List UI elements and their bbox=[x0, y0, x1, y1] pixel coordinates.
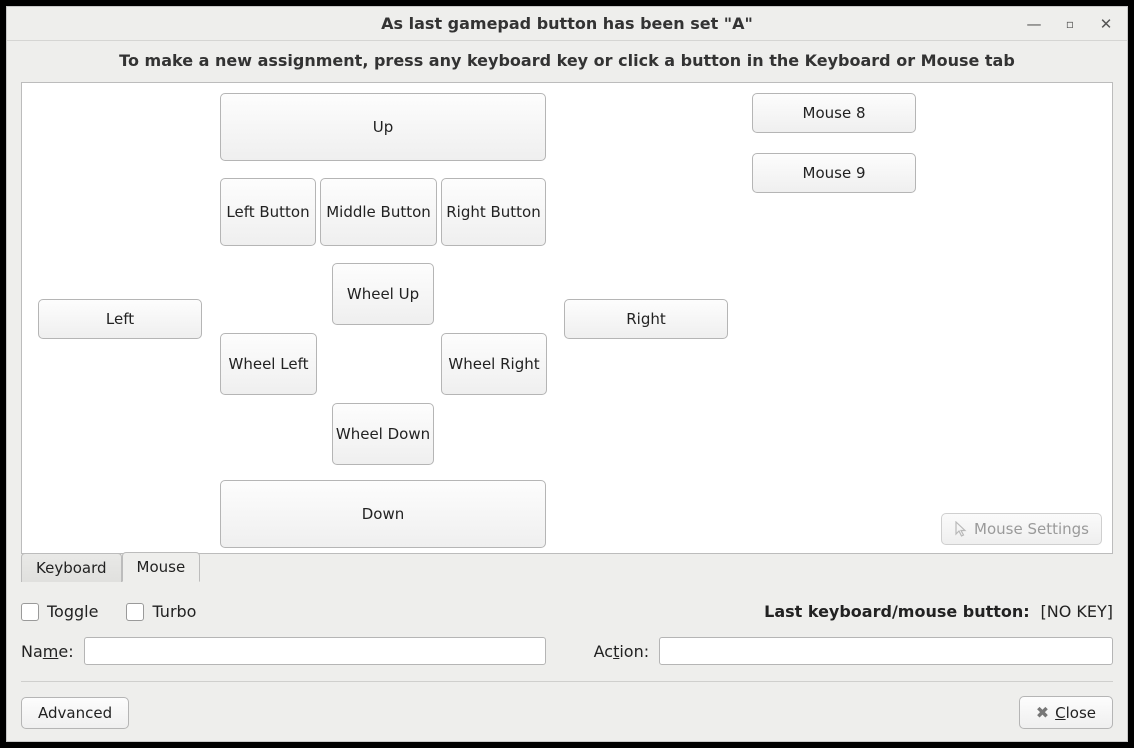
down-button[interactable]: Down bbox=[220, 480, 546, 548]
action-label: Action: bbox=[594, 642, 650, 661]
left-button[interactable]: Left bbox=[38, 299, 202, 339]
turbo-label: Turbo bbox=[152, 602, 196, 621]
action-input[interactable] bbox=[659, 637, 1113, 665]
minimize-icon[interactable]: — bbox=[1025, 17, 1043, 32]
last-button-value: [NO KEY] bbox=[1040, 602, 1113, 621]
dialog-footer: Advanced ✖ Close bbox=[21, 696, 1113, 729]
instruction-text: To make a new assignment, press any keyb… bbox=[7, 41, 1127, 76]
window-title: As last gamepad button has been set "A" bbox=[7, 14, 1127, 33]
titlebar: As last gamepad button has been set "A" … bbox=[7, 7, 1127, 41]
fields-row: Name: Action: bbox=[21, 637, 1113, 665]
toggle-label: Toggle bbox=[47, 602, 98, 621]
mouse8-button[interactable]: Mouse 8 bbox=[752, 93, 916, 133]
close-button[interactable]: ✖ Close bbox=[1019, 696, 1113, 729]
mouse-settings-button[interactable]: Mouse Settings bbox=[941, 513, 1102, 545]
mouse-panel: Up Left Button Middle Button Right Butto… bbox=[21, 82, 1113, 554]
wheel-up-button[interactable]: Wheel Up bbox=[332, 263, 434, 325]
advanced-button[interactable]: Advanced bbox=[21, 697, 129, 729]
up-button[interactable]: Up bbox=[220, 93, 546, 161]
close-x-icon: ✖ bbox=[1036, 703, 1049, 722]
close-icon[interactable]: ✕ bbox=[1097, 17, 1115, 32]
wheel-right-button[interactable]: Wheel Right bbox=[441, 333, 547, 395]
right-button-button[interactable]: Right Button bbox=[441, 178, 546, 246]
options-row: Toggle Turbo Last keyboard/mouse button:… bbox=[21, 602, 1113, 621]
dialog-window: As last gamepad button has been set "A" … bbox=[6, 6, 1128, 742]
window-controls: — ▫ ✕ bbox=[1025, 7, 1121, 41]
turbo-checkbox[interactable]: Turbo bbox=[126, 602, 196, 621]
right-button[interactable]: Right bbox=[564, 299, 728, 339]
wheel-down-button[interactable]: Wheel Down bbox=[332, 403, 434, 465]
checkbox-box bbox=[126, 603, 144, 621]
toggle-checkbox[interactable]: Toggle bbox=[21, 602, 98, 621]
last-button-label: Last keyboard/mouse button: bbox=[764, 602, 1030, 621]
middle-button-button[interactable]: Middle Button bbox=[320, 178, 437, 246]
mouse-settings-label: Mouse Settings bbox=[974, 520, 1089, 538]
name-input[interactable] bbox=[84, 637, 546, 665]
mouse9-button[interactable]: Mouse 9 bbox=[752, 153, 916, 193]
tab-bar: Keyboard Mouse bbox=[21, 553, 1113, 583]
tab-mouse[interactable]: Mouse bbox=[122, 552, 201, 582]
tab-keyboard[interactable]: Keyboard bbox=[21, 553, 122, 582]
separator bbox=[21, 681, 1113, 682]
wheel-left-button[interactable]: Wheel Left bbox=[220, 333, 317, 395]
close-label: Close bbox=[1055, 704, 1096, 722]
left-button-button[interactable]: Left Button bbox=[220, 178, 316, 246]
maximize-icon[interactable]: ▫ bbox=[1061, 18, 1079, 30]
name-label: Name: bbox=[21, 642, 74, 661]
last-button-row: Last keyboard/mouse button: [NO KEY] bbox=[764, 602, 1113, 621]
checkbox-box bbox=[21, 603, 39, 621]
cursor-icon bbox=[954, 521, 968, 537]
